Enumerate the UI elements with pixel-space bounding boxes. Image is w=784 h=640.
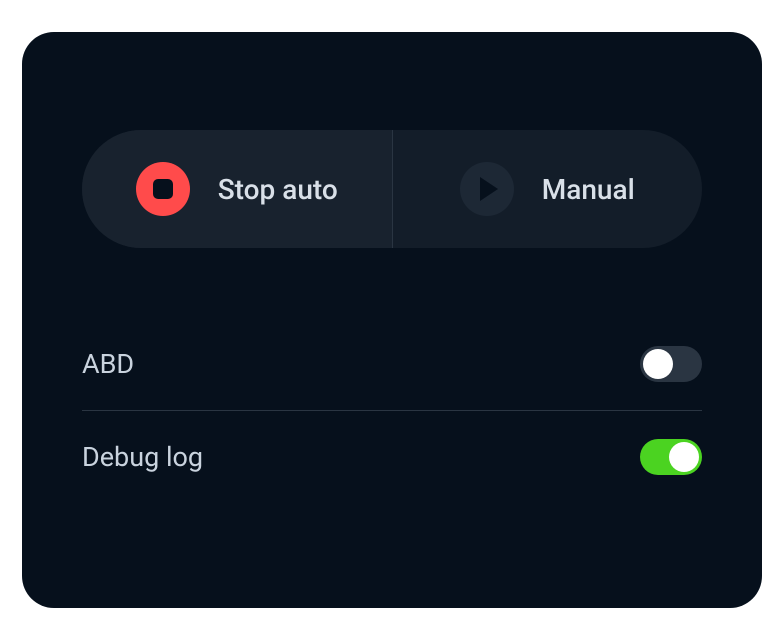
abd-label: ABD	[82, 348, 134, 380]
debug-log-toggle[interactable]	[640, 439, 702, 475]
stop-auto-segment[interactable]: Stop auto	[82, 130, 393, 248]
toggle-knob	[669, 442, 699, 472]
play-icon	[460, 162, 514, 216]
toggle-knob	[643, 349, 673, 379]
debug-log-setting-row: Debug log	[82, 421, 702, 493]
manual-label: Manual	[542, 173, 635, 206]
abd-setting-row: ABD	[82, 328, 702, 400]
divider	[82, 410, 702, 411]
stop-icon	[136, 162, 190, 216]
abd-toggle[interactable]	[640, 346, 702, 382]
manual-segment[interactable]: Manual	[393, 130, 703, 248]
debug-log-label: Debug log	[82, 441, 203, 473]
settings-list: ABD Debug log	[82, 328, 702, 493]
settings-panel: Stop auto Manual ABD Debug log	[22, 32, 762, 608]
stop-auto-label: Stop auto	[218, 173, 338, 206]
mode-segmented-control: Stop auto Manual	[82, 130, 702, 248]
